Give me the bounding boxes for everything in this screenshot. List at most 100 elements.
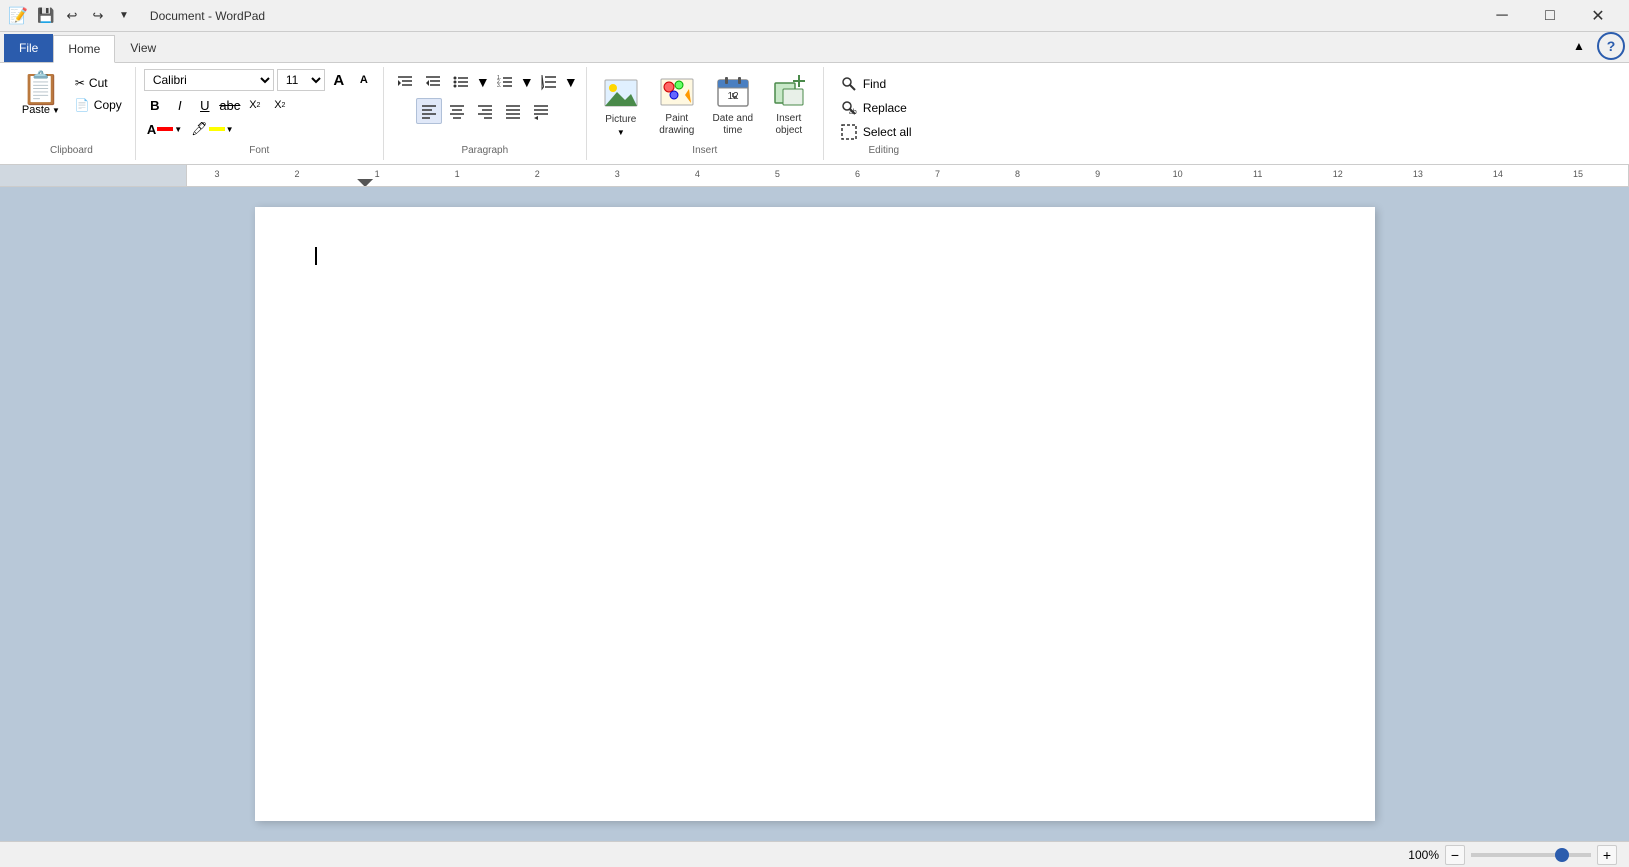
insert-object-label: Insertobject bbox=[775, 113, 802, 137]
close-button[interactable]: ✕ bbox=[1575, 0, 1621, 32]
insert-object-button[interactable]: Insertobject bbox=[763, 72, 815, 140]
ruler-svg: 3 2 1 1 2 3 4 5 6 7 8 9 10 11 12 13 14 bbox=[187, 165, 1628, 187]
paint-label: Paintdrawing bbox=[659, 113, 694, 137]
minimize-button[interactable]: ─ bbox=[1479, 0, 1525, 32]
numbering-dropdown-button[interactable]: ▼ bbox=[520, 69, 534, 95]
insert-group: Picture ▼ Paintdrawing bbox=[587, 67, 824, 160]
date-time-button[interactable]: 12 Date andtime bbox=[707, 72, 759, 140]
zoom-level: 100% bbox=[1408, 848, 1439, 862]
bold-button[interactable]: B bbox=[144, 94, 166, 116]
line-spacing-button[interactable] bbox=[536, 69, 562, 95]
bullets-dropdown-button[interactable]: ▼ bbox=[476, 69, 490, 95]
window-title: Document - WordPad bbox=[150, 9, 265, 23]
text-cursor bbox=[315, 247, 317, 265]
ruler: 3 2 1 1 2 3 4 5 6 7 8 9 10 11 12 13 14 bbox=[0, 165, 1629, 187]
help-button[interactable]: ? bbox=[1597, 32, 1625, 60]
insert-object-icon bbox=[771, 75, 807, 111]
subscript-button[interactable]: X2 bbox=[244, 94, 266, 116]
strikethrough-button[interactable]: abc bbox=[219, 94, 241, 116]
line-spacing-dropdown-button[interactable]: ▼ bbox=[564, 69, 578, 95]
numbering-button[interactable]: 1.2.3. bbox=[492, 69, 518, 95]
font-group-label: Font bbox=[249, 145, 269, 158]
datetime-label: Date andtime bbox=[713, 113, 754, 137]
picture-icon bbox=[603, 76, 639, 112]
tab-home[interactable]: Home bbox=[53, 35, 115, 63]
svg-text:10: 10 bbox=[1173, 169, 1183, 179]
font-color-button[interactable]: A ▼ bbox=[144, 120, 185, 139]
svg-text:3: 3 bbox=[615, 169, 620, 179]
app-icon: 📝 bbox=[8, 6, 28, 26]
replace-icon: ab bbox=[841, 100, 857, 116]
font-family-select[interactable]: Calibri bbox=[144, 69, 274, 91]
find-label: Find bbox=[863, 77, 886, 91]
superscript-button[interactable]: X2 bbox=[269, 94, 291, 116]
cut-button[interactable]: ✂ Cut bbox=[70, 73, 127, 93]
svg-text:2: 2 bbox=[295, 169, 300, 179]
title-bar: 📝 💾 ↩ ↪ ▼ Document - WordPad ─ □ ✕ bbox=[0, 0, 1629, 32]
tab-view[interactable]: View bbox=[115, 34, 171, 62]
copy-button[interactable]: 📄 Copy bbox=[70, 95, 127, 115]
svg-text:3.: 3. bbox=[497, 83, 501, 89]
underline-button[interactable]: U bbox=[194, 94, 216, 116]
bullets-button[interactable] bbox=[448, 69, 474, 95]
align-center-button[interactable] bbox=[444, 98, 470, 124]
rtl-button[interactable] bbox=[528, 98, 554, 124]
select-all-label: Select all bbox=[863, 125, 912, 139]
font-grow-button[interactable]: A bbox=[328, 69, 350, 91]
select-all-button[interactable]: Select all bbox=[834, 121, 934, 143]
paragraph-group: ▼ 1.2.3. ▼ ▼ bbox=[384, 67, 587, 160]
font-shrink-button[interactable]: A bbox=[353, 69, 375, 91]
svg-text:7: 7 bbox=[935, 169, 940, 179]
svg-text:5: 5 bbox=[775, 169, 780, 179]
ribbon-minimize-button[interactable]: ▲ bbox=[1565, 32, 1593, 60]
align-left-button[interactable] bbox=[416, 98, 442, 124]
svg-text:8: 8 bbox=[1015, 169, 1020, 179]
paint-icon bbox=[659, 75, 695, 111]
paragraph-group-label: Paragraph bbox=[461, 145, 508, 158]
qat-redo-button[interactable]: ↪ bbox=[86, 4, 110, 28]
svg-text:13: 13 bbox=[1413, 169, 1423, 179]
maximize-button[interactable]: □ bbox=[1527, 0, 1573, 32]
qat-undo-button[interactable]: ↩ bbox=[60, 4, 84, 28]
picture-button[interactable]: Picture ▼ bbox=[595, 73, 647, 140]
clipboard-group-label: Clipboard bbox=[50, 145, 93, 158]
align-right-button[interactable] bbox=[472, 98, 498, 124]
italic-button[interactable]: I bbox=[169, 94, 191, 116]
picture-label: Picture bbox=[605, 114, 636, 126]
decrease-indent-button[interactable] bbox=[420, 69, 446, 95]
paste-button[interactable]: 📋 Paste ▼ bbox=[16, 69, 66, 119]
font-color-icon: A bbox=[147, 122, 156, 137]
ribbon-content: 📋 Paste ▼ ✂ Cut 📄 bbox=[0, 63, 1629, 165]
svg-text:11: 11 bbox=[1253, 169, 1262, 179]
cut-label: Cut bbox=[89, 76, 108, 90]
document-page[interactable] bbox=[255, 207, 1375, 821]
zoom-in-button[interactable]: + bbox=[1597, 845, 1617, 865]
qat-save-button[interactable]: 💾 bbox=[34, 4, 58, 28]
replace-button[interactable]: ab Replace bbox=[834, 97, 934, 119]
svg-text:2: 2 bbox=[535, 169, 540, 179]
find-button[interactable]: Find bbox=[834, 73, 934, 95]
justify-button[interactable] bbox=[500, 98, 526, 124]
svg-text:3: 3 bbox=[215, 169, 220, 179]
font-color-arrow-icon: ▼ bbox=[174, 125, 182, 134]
highlight-color-button[interactable]: 🖊 ▼ bbox=[188, 119, 236, 139]
zoom-out-button[interactable]: − bbox=[1445, 845, 1465, 865]
zoom-control: 100% − + bbox=[1408, 845, 1617, 865]
cut-icon: ✂ bbox=[75, 76, 85, 90]
datetime-icon: 12 bbox=[715, 75, 751, 111]
find-icon bbox=[841, 76, 857, 92]
svg-text:9: 9 bbox=[1095, 169, 1100, 179]
svg-text:6: 6 bbox=[855, 169, 860, 179]
increase-indent-button[interactable] bbox=[392, 69, 418, 95]
qat-customize-button[interactable]: ▼ bbox=[112, 4, 136, 28]
paint-drawing-button[interactable]: Paintdrawing bbox=[651, 72, 703, 140]
replace-label: Replace bbox=[863, 101, 907, 115]
tab-file[interactable]: File bbox=[4, 34, 53, 62]
font-size-select[interactable]: 11 bbox=[277, 69, 325, 91]
svg-text:1: 1 bbox=[455, 169, 460, 179]
copy-icon: 📄 bbox=[75, 98, 90, 112]
svg-text:14: 14 bbox=[1493, 169, 1503, 179]
picture-dropdown-icon: ▼ bbox=[617, 128, 625, 137]
clipboard-group: 📋 Paste ▼ ✂ Cut 📄 bbox=[8, 67, 136, 160]
zoom-slider[interactable] bbox=[1471, 853, 1591, 857]
